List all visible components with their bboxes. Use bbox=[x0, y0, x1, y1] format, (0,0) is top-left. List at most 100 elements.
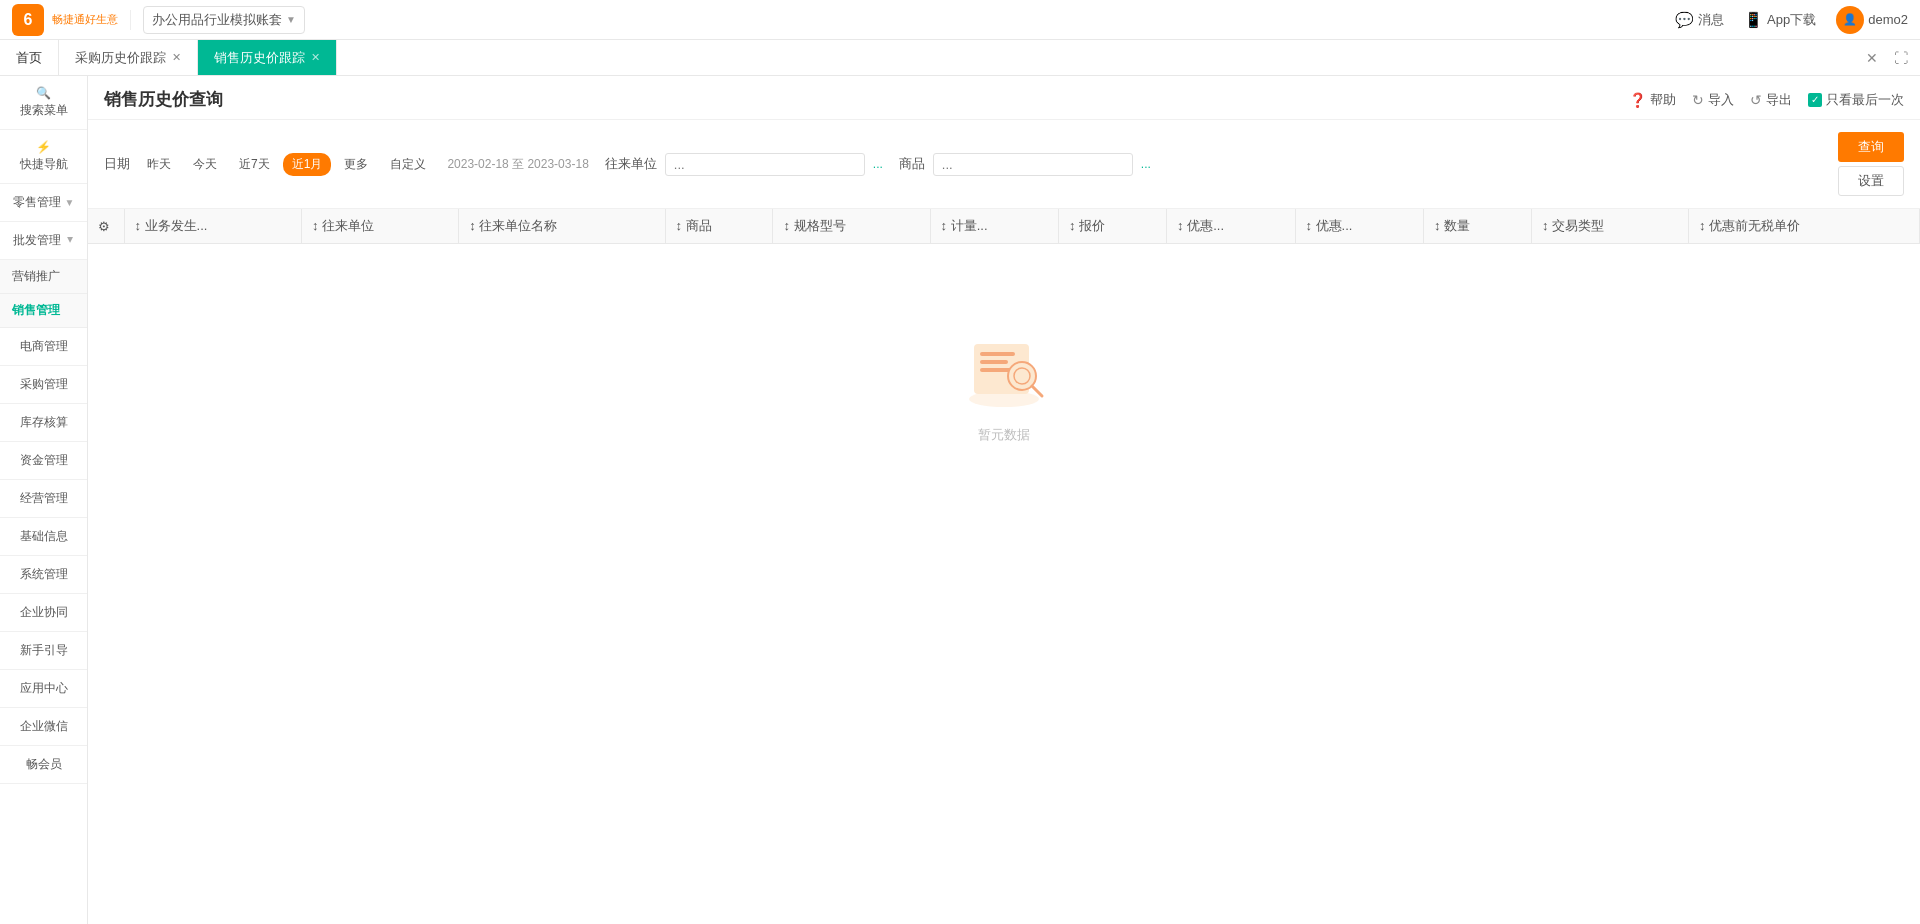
col-product[interactable]: ↕ 商品 bbox=[665, 209, 773, 244]
import-btn[interactable]: ↻ 导入 bbox=[1692, 91, 1734, 109]
date-btn-7days[interactable]: 近7天 bbox=[230, 153, 279, 176]
sidebar-item-app-center[interactable]: 应用中心 bbox=[0, 670, 87, 708]
col-discount1-label: ↕ 优惠... bbox=[1177, 218, 1224, 233]
avatar: 👤 bbox=[1836, 6, 1864, 34]
col-partner-code[interactable]: ↕ 往来单位 bbox=[302, 209, 459, 244]
sidebar-item-enterprise-collab[interactable]: 企业协同 bbox=[0, 594, 87, 632]
col-discount2[interactable]: ↕ 优惠... bbox=[1295, 209, 1423, 244]
date-filter-group: 日期 昨天 今天 近7天 近1月 更多 自定义 2023-02-18 至 202… bbox=[104, 153, 589, 176]
col-quantity-label: ↕ 数量 bbox=[1434, 218, 1470, 233]
tab-sales-history[interactable]: 销售历史价跟踪 ✕ bbox=[198, 40, 337, 75]
date-btn-custom[interactable]: 自定义 bbox=[381, 153, 435, 176]
col-quantity[interactable]: ↕ 数量 bbox=[1423, 209, 1531, 244]
col-discount2-label: ↕ 优惠... bbox=[1306, 218, 1353, 233]
import-icon: ↻ bbox=[1692, 92, 1704, 108]
col-trade-type-label: ↕ 交易类型 bbox=[1542, 218, 1604, 233]
date-btn-1month[interactable]: 近1月 bbox=[283, 153, 332, 176]
chevron-retail-icon: ▼ bbox=[65, 197, 75, 208]
sidebar-item-enterprise-wechat[interactable]: 企业微信 bbox=[0, 708, 87, 746]
col-partner-name[interactable]: ↕ 往来单位名称 bbox=[459, 209, 665, 244]
tab-spacer bbox=[337, 40, 1854, 75]
svg-rect-4 bbox=[980, 368, 1012, 372]
product-filter-label: 商品 bbox=[899, 155, 925, 173]
col-product-label: ↕ 商品 bbox=[676, 218, 712, 233]
export-btn[interactable]: ↺ 导出 bbox=[1750, 91, 1792, 109]
page-header: 销售历史价查询 ❓ 帮助 ↻ 导入 ↺ 导出 ✓ bbox=[88, 76, 1920, 120]
date-filter-label: 日期 bbox=[104, 155, 130, 173]
col-spec[interactable]: ↕ 规格型号 bbox=[773, 209, 930, 244]
settings-btn[interactable]: 设置 bbox=[1838, 166, 1904, 196]
close-all-tabs-btn[interactable]: ✕ bbox=[1862, 48, 1882, 68]
col-price[interactable]: ↕ 报价 bbox=[1059, 209, 1167, 244]
sidebar-item-enterprise-wechat-label: 企业微信 bbox=[20, 718, 68, 735]
sidebar-item-wholesale-mgmt[interactable]: 批发管理 ▲ bbox=[0, 222, 87, 260]
sidebar-item-finance-mgmt[interactable]: 资金管理 bbox=[0, 442, 87, 480]
sidebar-item-ops-mgmt-label: 经营管理 bbox=[20, 490, 68, 507]
date-btn-more[interactable]: 更多 bbox=[335, 153, 377, 176]
app-download-btn[interactable]: 📱 App下载 bbox=[1744, 11, 1816, 29]
col-pre-tax-price[interactable]: ↕ 优惠前无税单价 bbox=[1689, 209, 1920, 244]
empty-icon bbox=[954, 324, 1054, 414]
sidebar-item-ops-mgmt[interactable]: 经营管理 bbox=[0, 480, 87, 518]
product-input[interactable] bbox=[933, 153, 1133, 176]
page-actions: ❓ 帮助 ↻ 导入 ↺ 导出 ✓ 只看最后一次 bbox=[1629, 91, 1904, 109]
sidebar-item-retail-mgmt-label: 零售管理 bbox=[13, 194, 61, 211]
col-pre-tax-price-label: ↕ 优惠前无税单价 bbox=[1699, 218, 1800, 233]
sidebar-item-search-menu[interactable]: 🔍 搜索菜单 bbox=[0, 76, 87, 130]
svg-line-6 bbox=[1032, 386, 1042, 396]
close-purchase-tab-icon[interactable]: ✕ bbox=[172, 51, 181, 64]
app-icon: 📱 bbox=[1744, 11, 1763, 29]
help-icon: ❓ bbox=[1629, 92, 1646, 108]
date-btn-yesterday[interactable]: 昨天 bbox=[138, 153, 180, 176]
tab-home[interactable]: 首页 bbox=[0, 40, 59, 75]
partner-input[interactable] bbox=[665, 153, 865, 176]
sidebar-item-quick-nav[interactable]: ⚡ 快捷导航 bbox=[0, 130, 87, 184]
query-btn[interactable]: 查询 bbox=[1838, 132, 1904, 162]
sidebar-item-new-user-guide[interactable]: 新手引导 bbox=[0, 632, 87, 670]
checkbox-checked-icon: ✓ bbox=[1808, 93, 1822, 107]
sidebar-item-retail-mgmt[interactable]: 零售管理 ▼ bbox=[0, 184, 87, 222]
col-biz-date[interactable]: ↕ 业务发生... bbox=[124, 209, 302, 244]
filter-right: 查询 设置 bbox=[1838, 132, 1904, 196]
close-sales-tab-icon[interactable]: ✕ bbox=[311, 51, 320, 64]
svg-rect-2 bbox=[980, 352, 1015, 356]
maximize-btn[interactable]: ⛶ bbox=[1890, 48, 1912, 68]
sidebar-item-ecommerce-mgmt-label: 电商管理 bbox=[20, 338, 68, 355]
app-selector[interactable]: 办公用品行业模拟账套 ▼ bbox=[143, 6, 305, 34]
col-discount1[interactable]: ↕ 优惠... bbox=[1167, 209, 1295, 244]
tab-purchase-history-label: 采购历史价跟踪 bbox=[75, 49, 166, 67]
sidebar-item-marketing-label: 营销推广 bbox=[12, 269, 60, 283]
sidebar-item-ecommerce-mgmt[interactable]: 电商管理 bbox=[0, 328, 87, 366]
sidebar-item-search-menu-label: 搜索菜单 bbox=[20, 102, 68, 119]
col-unit[interactable]: ↕ 计量... bbox=[930, 209, 1058, 244]
tab-sales-history-label: 销售历史价跟踪 bbox=[214, 49, 305, 67]
partner-more-link[interactable]: ... bbox=[873, 157, 883, 171]
col-spec-label: ↕ 规格型号 bbox=[783, 218, 845, 233]
chevron-down-icon: ▼ bbox=[286, 14, 296, 25]
logo-area: 6 畅捷通好生意 办公用品行业模拟账套 ▼ bbox=[12, 4, 305, 36]
col-unit-label: ↕ 计量... bbox=[941, 218, 988, 233]
product-more-link[interactable]: ... bbox=[1141, 157, 1151, 171]
data-table: ⚙ ↕ 业务发生... ↕ 往来单位 ↕ 往来单位名称 bbox=[88, 209, 1920, 244]
tab-purchase-history[interactable]: 采购历史价跟踪 ✕ bbox=[59, 40, 198, 75]
col-settings[interactable]: ⚙ bbox=[88, 209, 124, 244]
sidebar-item-sales-mgmt-label: 销售管理 bbox=[12, 303, 60, 317]
sidebar-item-inventory-check[interactable]: 库存核算 bbox=[0, 404, 87, 442]
only-latest-checkbox[interactable]: ✓ 只看最后一次 bbox=[1808, 91, 1904, 109]
message-btn[interactable]: 💬 消息 bbox=[1675, 11, 1724, 29]
sidebar-item-system-mgmt[interactable]: 系统管理 bbox=[0, 556, 87, 594]
date-btn-today[interactable]: 今天 bbox=[184, 153, 226, 176]
col-trade-type[interactable]: ↕ 交易类型 bbox=[1531, 209, 1688, 244]
sidebar-item-marketing[interactable]: 营销推广 bbox=[0, 260, 87, 294]
user-menu-btn[interactable]: 👤 demo2 bbox=[1836, 6, 1908, 34]
app-selector-label: 办公用品行业模拟账套 bbox=[152, 11, 282, 29]
help-btn[interactable]: ❓ 帮助 bbox=[1629, 91, 1676, 109]
product-filter-group: 商品 ... bbox=[899, 153, 1151, 176]
sidebar-item-basic-info[interactable]: 基础信息 bbox=[0, 518, 87, 556]
content-area: 销售历史价查询 ❓ 帮助 ↻ 导入 ↺ 导出 ✓ bbox=[88, 76, 1920, 924]
main-layout: 🔍 搜索菜单 ⚡ 快捷导航 零售管理 ▼ 批发管理 ▲ 营销推广 销售管理 电商… bbox=[0, 76, 1920, 924]
svg-rect-3 bbox=[980, 360, 1008, 364]
sidebar-item-member[interactable]: 畅会员 bbox=[0, 746, 87, 784]
sidebar-item-purchase-mgmt[interactable]: 采购管理 bbox=[0, 366, 87, 404]
sidebar-item-sales-mgmt[interactable]: 销售管理 bbox=[0, 294, 87, 328]
